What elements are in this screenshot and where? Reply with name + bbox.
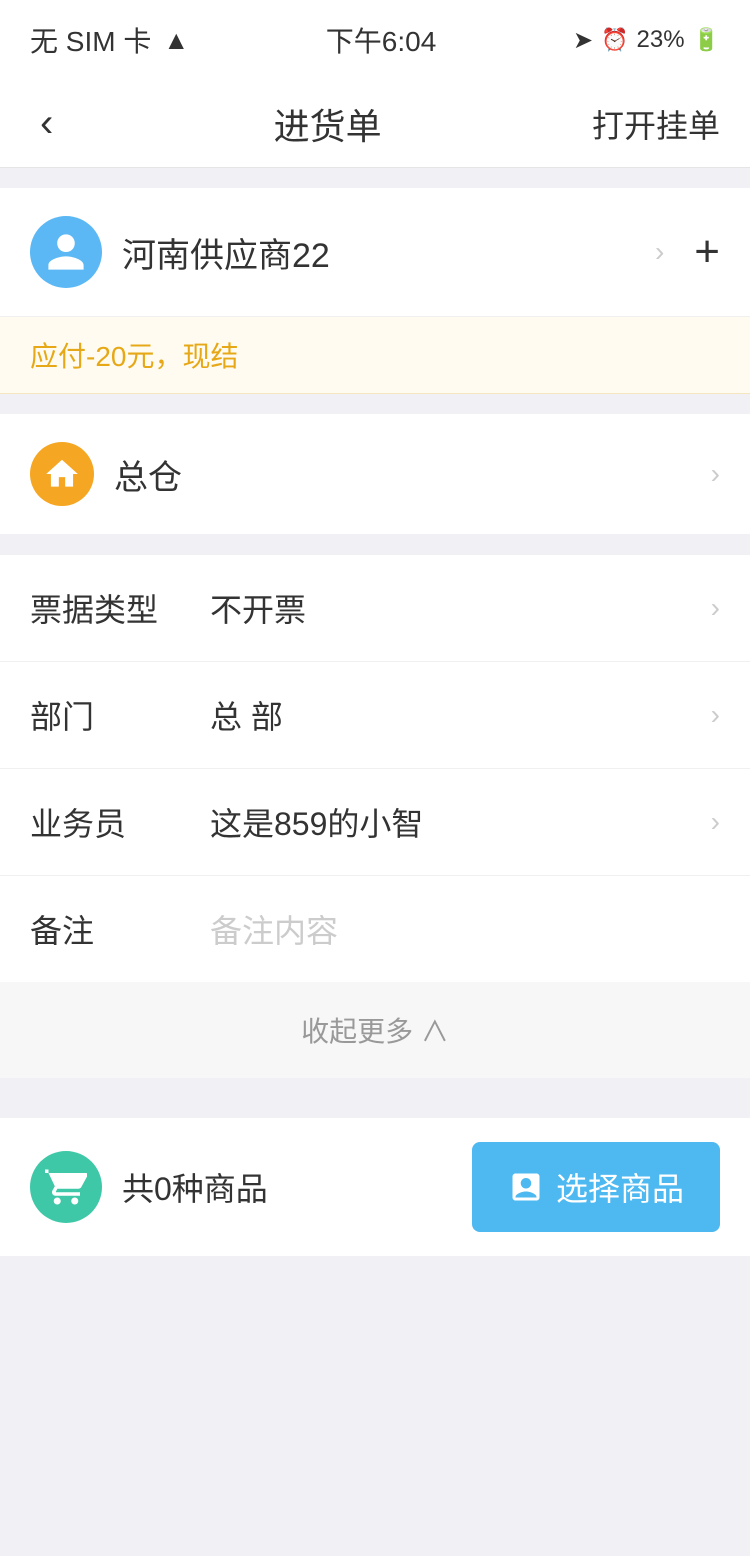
add-supplier-button[interactable]: + xyxy=(694,230,720,274)
warehouse-icon xyxy=(30,442,94,506)
product-section: 共0种商品 选择商品 xyxy=(0,1118,750,1256)
warehouse-name: 总仓 xyxy=(114,450,711,499)
select-product-button[interactable]: 选择商品 xyxy=(472,1142,720,1232)
warehouse-row[interactable]: 总仓 › xyxy=(0,414,750,534)
battery-icon: 🔋 xyxy=(693,27,720,53)
product-icon xyxy=(30,1151,102,1223)
warehouse-chevron-icon: › xyxy=(711,458,720,490)
status-bar: 无 SIM 卡 ▲ 下午6:04 ➤ ⏰ 23% 🔋 xyxy=(0,0,750,80)
alarm-icon: ⏰ xyxy=(601,27,628,53)
supplier-name: 河南供应商22 xyxy=(122,228,655,277)
supplier-avatar xyxy=(30,216,102,288)
status-left: 无 SIM 卡 ▲ xyxy=(30,20,189,60)
location-icon: ➤ xyxy=(573,26,593,55)
open-pending-button[interactable]: 打开挂单 xyxy=(592,101,720,147)
notice-bar: 应付-20元，现结 xyxy=(0,317,750,394)
supplier-chevron-icon: › xyxy=(655,236,664,268)
home-icon xyxy=(43,455,81,493)
select-product-label: 选择商品 xyxy=(556,1164,684,1210)
salesperson-label: 业务员 xyxy=(30,799,190,845)
department-value: 总 部 xyxy=(190,692,711,738)
back-button[interactable]: ‹ xyxy=(30,91,63,156)
product-count-label: 共0种商品 xyxy=(122,1164,472,1210)
select-product-icon xyxy=(508,1169,544,1205)
user-icon xyxy=(44,230,88,274)
salesperson-chevron-icon: › xyxy=(711,806,720,838)
mid-divider-2 xyxy=(0,534,750,554)
remark-input[interactable]: 备注内容 xyxy=(190,906,720,952)
wifi-icon: ▲ xyxy=(163,25,189,56)
carrier-label: 无 SIM 卡 xyxy=(30,20,151,60)
department-row[interactable]: 部门 总 部 › xyxy=(0,661,750,768)
salesperson-row[interactable]: 业务员 这是859的小智 › xyxy=(0,768,750,875)
remark-label: 备注 xyxy=(30,906,190,952)
supplier-section: 河南供应商22 › + 应付-20元，现结 xyxy=(0,188,750,394)
ticket-type-label: 票据类型 xyxy=(30,585,190,631)
top-divider xyxy=(0,168,750,188)
cart-icon xyxy=(45,1166,87,1208)
department-chevron-icon: › xyxy=(711,699,720,731)
nav-bar: ‹ 进货单 打开挂单 xyxy=(0,80,750,168)
warehouse-section: 总仓 › xyxy=(0,414,750,534)
supplier-row[interactable]: 河南供应商22 › + xyxy=(0,188,750,317)
status-time: 下午6:04 xyxy=(326,20,437,60)
bottom-divider xyxy=(0,1078,750,1098)
battery-label: 23% xyxy=(637,26,685,54)
remark-row[interactable]: 备注 备注内容 xyxy=(0,875,750,982)
ticket-type-value: 不开票 xyxy=(190,585,711,631)
collapse-row[interactable]: 收起更多 ∧ xyxy=(0,982,750,1078)
mid-divider-1 xyxy=(0,394,750,414)
status-right: ➤ ⏰ 23% 🔋 xyxy=(573,26,720,55)
ticket-type-row[interactable]: 票据类型 不开票 › xyxy=(0,554,750,661)
empty-content-bg xyxy=(0,1256,750,1556)
ticket-type-chevron-icon: › xyxy=(711,592,720,624)
form-section: 票据类型 不开票 › 部门 总 部 › 业务员 这是859的小智 › 备注 备注… xyxy=(0,554,750,982)
page-title: 进货单 xyxy=(274,98,382,150)
department-label: 部门 xyxy=(30,692,190,738)
salesperson-value: 这是859的小智 xyxy=(190,799,711,845)
